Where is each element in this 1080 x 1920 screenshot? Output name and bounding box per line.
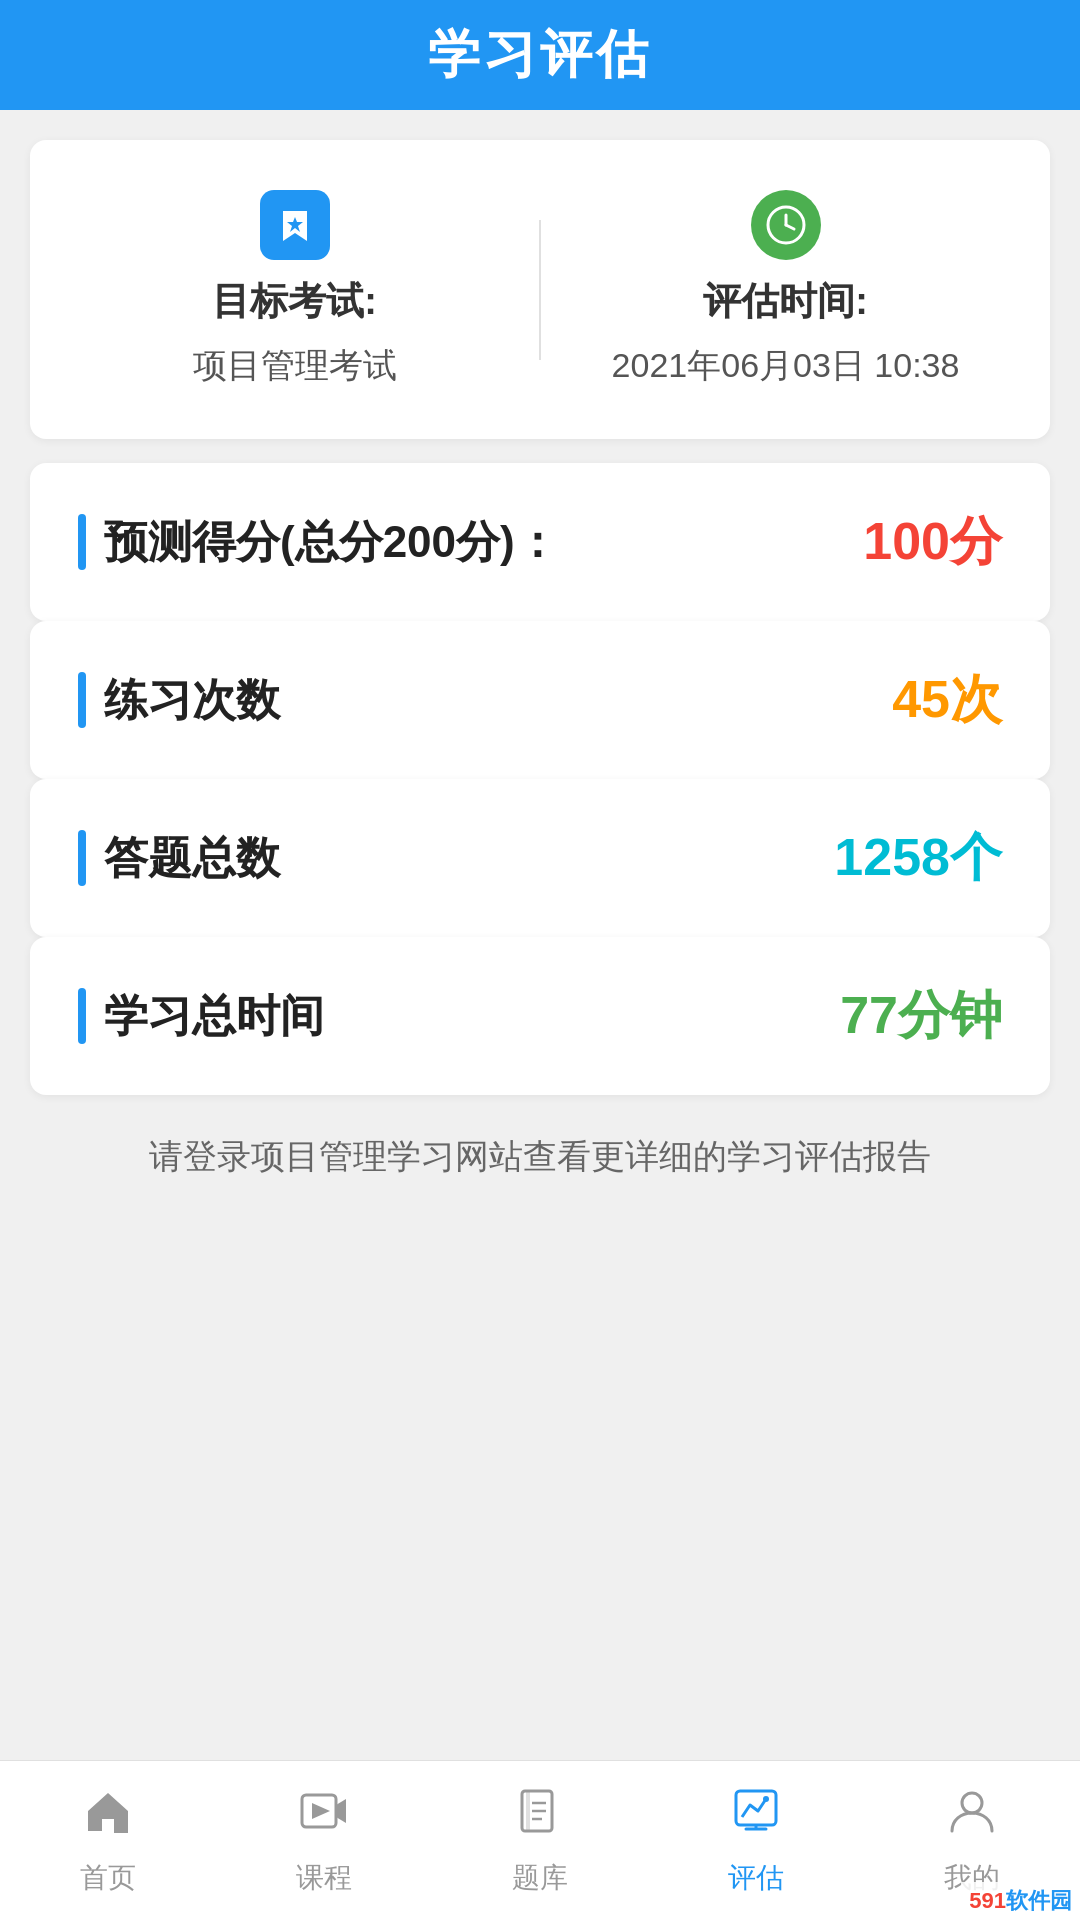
stat-card-1: 练习次数 45次: [30, 621, 1050, 779]
stat-label-1: 练习次数: [104, 671, 280, 730]
nav-label-eval: 评估: [728, 1859, 784, 1897]
clock-icon: [751, 190, 821, 260]
eval-time-label: 评估时间:: [703, 276, 868, 327]
footer-note: 请登录项目管理学习网站查看更详细的学习评估报告: [30, 1119, 1050, 1193]
nav-item-mine[interactable]: 我的: [864, 1785, 1080, 1897]
svg-line-3: [786, 225, 794, 229]
nav-item-question-bank[interactable]: 题库: [432, 1785, 648, 1897]
home-icon: [82, 1785, 134, 1849]
svg-rect-8: [526, 1791, 530, 1831]
stat-value-2: 1258个: [834, 823, 1002, 893]
nav-label-question-bank: 题库: [512, 1859, 568, 1897]
target-exam-col: 目标考试: 项目管理考试: [70, 190, 519, 389]
svg-point-16: [962, 1793, 982, 1813]
svg-point-13: [763, 1796, 769, 1802]
nav-item-course[interactable]: 课程: [216, 1785, 432, 1897]
target-exam-label: 目标考试:: [212, 276, 377, 327]
stat-value-1: 45次: [892, 665, 1002, 735]
person-icon: [946, 1785, 998, 1849]
stat-bar-3: [78, 988, 86, 1044]
stat-label-2: 答题总数: [104, 829, 280, 888]
watermark-number: 591: [969, 1888, 1006, 1913]
bookmark-icon: [260, 190, 330, 260]
stat-bar-0: [78, 514, 86, 570]
stat-cards: 预测得分(总分200分)： 100分 练习次数 45次 答题总数 1258个 学…: [30, 463, 1050, 1095]
app-header: 学习评估: [0, 0, 1080, 110]
stat-label-3: 学习总时间: [104, 987, 324, 1046]
stat-card-3: 学习总时间 77分钟: [30, 937, 1050, 1095]
watermark: 591软件园: [961, 1882, 1080, 1920]
stat-left-1: 练习次数: [78, 671, 280, 730]
stat-left-2: 答题总数: [78, 829, 280, 888]
page-title: 学习评估: [428, 20, 652, 90]
nav-label-course: 课程: [296, 1859, 352, 1897]
stat-bar-1: [78, 672, 86, 728]
svg-marker-6: [312, 1803, 330, 1819]
info-divider: [539, 220, 541, 360]
stat-value-3: 77分钟: [840, 981, 1002, 1051]
book-icon: [514, 1785, 566, 1849]
stat-label-0: 预测得分(总分200分)：: [104, 513, 559, 572]
nav-label-home: 首页: [80, 1859, 136, 1897]
watermark-text: 软件园: [1006, 1888, 1072, 1913]
bottom-nav: 首页 课程 题库: [0, 1760, 1080, 1920]
stat-left-0: 预测得分(总分200分)：: [78, 513, 559, 572]
eval-time-value: 2021年06月03日 10:38: [612, 343, 960, 389]
eval-time-col: 评估时间: 2021年06月03日 10:38: [561, 190, 1010, 389]
video-icon: [298, 1785, 350, 1849]
nav-item-eval[interactable]: 评估: [648, 1785, 864, 1897]
main-content: 目标考试: 项目管理考试 评估时间: 2021年06月03日 10:38 预测得…: [0, 110, 1080, 1393]
stat-card-0: 预测得分(总分200分)： 100分: [30, 463, 1050, 621]
chart-icon: [730, 1785, 782, 1849]
stat-left-3: 学习总时间: [78, 987, 324, 1046]
target-exam-value: 项目管理考试: [193, 343, 397, 389]
stat-bar-2: [78, 830, 86, 886]
stat-card-2: 答题总数 1258个: [30, 779, 1050, 937]
info-card: 目标考试: 项目管理考试 评估时间: 2021年06月03日 10:38: [30, 140, 1050, 439]
nav-item-home[interactable]: 首页: [0, 1785, 216, 1897]
stat-value-0: 100分: [863, 507, 1002, 577]
